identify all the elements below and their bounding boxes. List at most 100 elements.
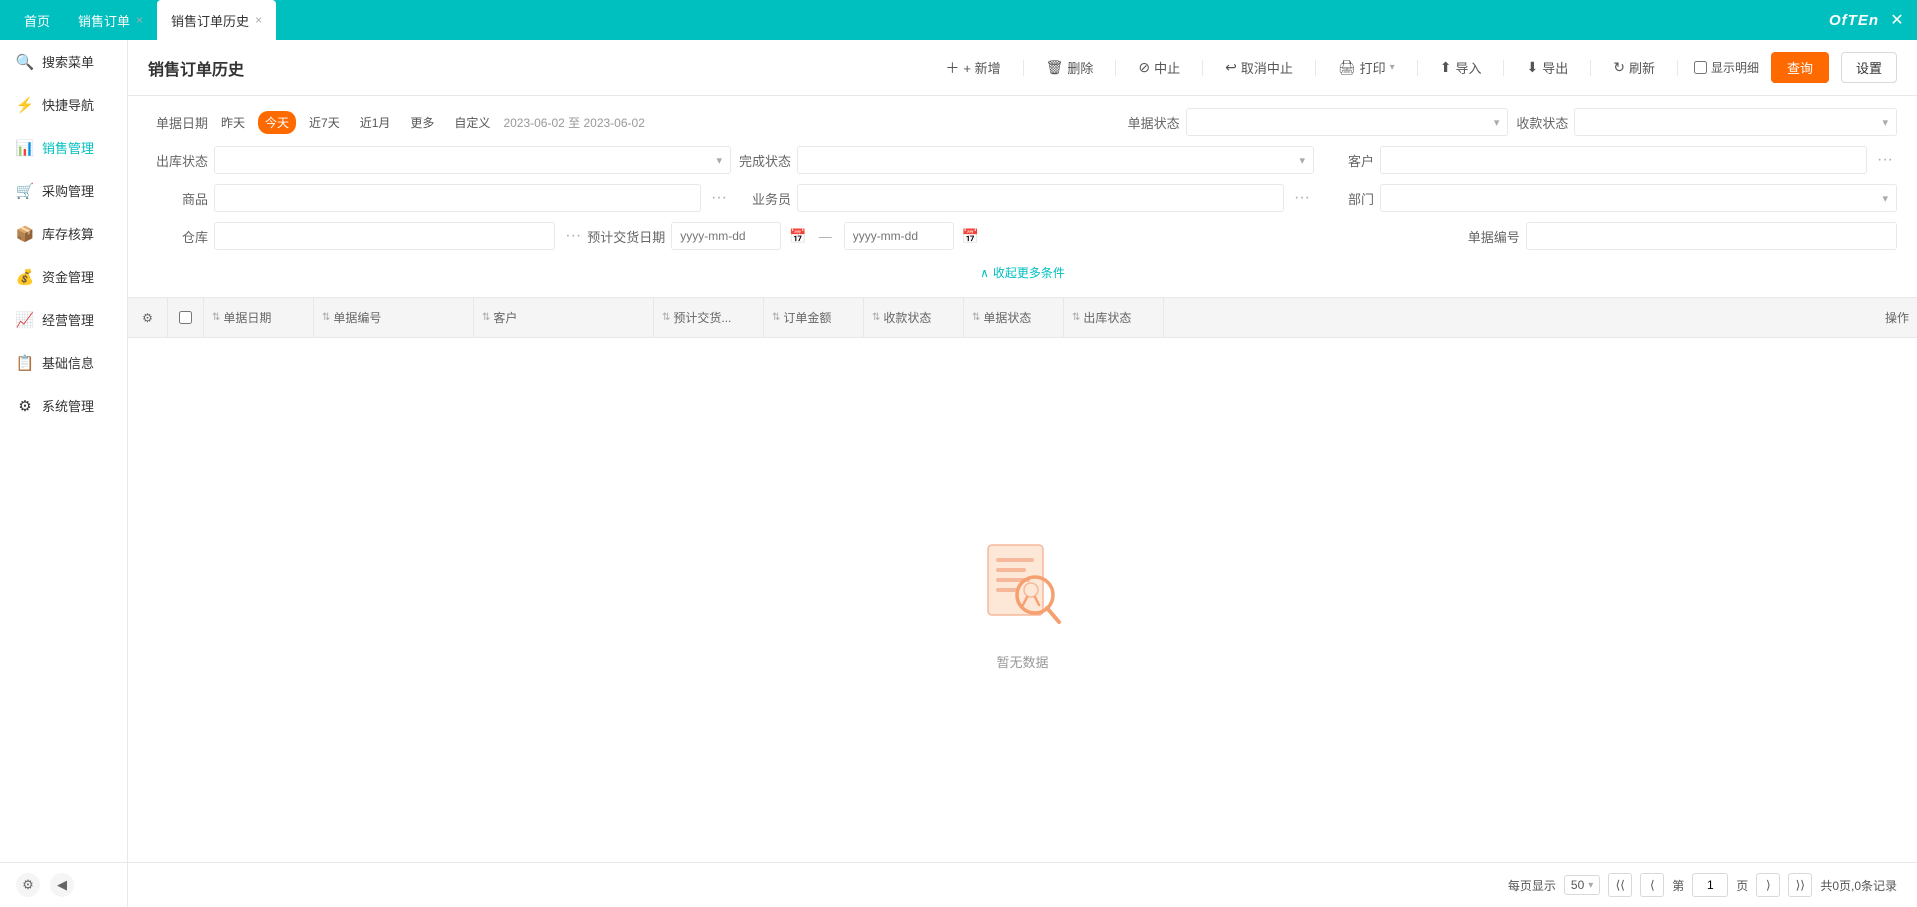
salesman-input[interactable] bbox=[797, 184, 1284, 212]
warehouse-input[interactable] bbox=[214, 222, 555, 250]
dept-select[interactable]: ▾ bbox=[1380, 184, 1897, 212]
sort-order-status-icon: ⇅ bbox=[972, 312, 980, 323]
th-date[interactable]: ⇅ 单据日期 bbox=[204, 298, 314, 337]
th-customer[interactable]: ⇅ 客户 bbox=[474, 298, 654, 337]
delivery-date-from[interactable] bbox=[671, 222, 781, 250]
purchase-icon: 🛒 bbox=[16, 182, 34, 200]
sidebar-item-sales[interactable]: 📊 销售管理 bbox=[0, 126, 127, 169]
complete-status-select[interactable]: ▾ bbox=[797, 146, 1314, 174]
sidebar-item-operations[interactable]: 📈 经营管理 bbox=[0, 298, 127, 341]
order-status-chevron: ▾ bbox=[1494, 116, 1500, 129]
filter-out-status: 出库状态 ▾ bbox=[148, 146, 731, 174]
sidebar-item-search[interactable]: 🔍 搜索菜单 bbox=[0, 40, 127, 83]
sales-icon: 📊 bbox=[16, 139, 34, 157]
th-amount[interactable]: ⇅ 订单金额 bbox=[764, 298, 864, 337]
warehouse-label: 仓库 bbox=[148, 227, 208, 246]
customer-dots-btn[interactable]: ··· bbox=[1873, 151, 1897, 169]
next-page-btn[interactable]: ⟩ bbox=[1756, 873, 1780, 897]
import-btn[interactable]: ⬆ 导入 bbox=[1434, 54, 1488, 81]
refresh-icon: ↻ bbox=[1613, 59, 1625, 76]
sidebar-item-finance[interactable]: 💰 资金管理 bbox=[0, 255, 127, 298]
customer-input[interactable] bbox=[1380, 146, 1867, 174]
sidebar-item-inventory[interactable]: 📦 库存核算 bbox=[0, 212, 127, 255]
date-tag-more[interactable]: 更多 bbox=[403, 111, 441, 134]
query-btn[interactable]: 查询 bbox=[1771, 52, 1829, 83]
out-status-label: 出库状态 bbox=[148, 151, 208, 170]
export-btn[interactable]: ⬇ 导出 bbox=[1520, 54, 1574, 81]
select-all-checkbox[interactable] bbox=[179, 311, 192, 324]
date-tag-7days[interactable]: 近7天 bbox=[302, 111, 347, 134]
sidebar-label-nav: 快捷导航 bbox=[42, 95, 94, 114]
sidebar-label-operations: 经营管理 bbox=[42, 310, 94, 329]
per-page-select[interactable]: 50 ▾ bbox=[1564, 875, 1600, 895]
sidebar-collapse-icon[interactable]: ◀ bbox=[50, 873, 74, 897]
sidebar-label-system: 系统管理 bbox=[42, 396, 94, 415]
goods-input[interactable] bbox=[214, 184, 701, 212]
sidebar-item-purchase[interactable]: 🛒 采购管理 bbox=[0, 169, 127, 212]
date-calendar-from[interactable]: 📅 bbox=[789, 228, 806, 245]
date-tag-custom[interactable]: 自定义 bbox=[447, 111, 497, 134]
inventory-icon: 📦 bbox=[16, 225, 34, 243]
settings-btn[interactable]: 设置 bbox=[1841, 52, 1897, 83]
divider-1 bbox=[1023, 60, 1024, 76]
stop-btn[interactable]: ⊘ 中止 bbox=[1132, 54, 1186, 81]
close-tab-sales-order-history[interactable]: × bbox=[255, 13, 262, 27]
filter-doc-num: 单据编号 bbox=[1460, 222, 1897, 250]
sidebar: 🔍 搜索菜单 ⚡ 快捷导航 📊 销售管理 🛒 采购管理 📦 库存核算 💰 资金管… bbox=[0, 40, 128, 907]
date-tag-yesterday[interactable]: 昨天 bbox=[214, 111, 252, 134]
delivery-date-to[interactable] bbox=[844, 222, 954, 250]
sidebar-item-system[interactable]: ⚙ 系统管理 bbox=[0, 384, 127, 427]
th-settings[interactable]: ⚙ bbox=[128, 298, 168, 337]
page-header: 销售订单历史 ＋ + 新增 🗑 删除 ⊘ 中止 ↩ bbox=[128, 40, 1917, 96]
th-delivery[interactable]: ⇅ 预计交货... bbox=[654, 298, 764, 337]
date-calendar-to[interactable]: 📅 bbox=[962, 228, 979, 245]
doc-num-input[interactable] bbox=[1526, 222, 1897, 250]
print-btn[interactable]: 🖨 打印 ▾ bbox=[1332, 54, 1401, 81]
th-out-status[interactable]: ⇅ 出库状态 bbox=[1064, 298, 1164, 337]
divider-7 bbox=[1590, 60, 1591, 76]
show-detail-input[interactable] bbox=[1694, 61, 1707, 74]
th-checkbox[interactable] bbox=[168, 298, 204, 337]
th-pay-status[interactable]: ⇅ 收款状态 bbox=[864, 298, 964, 337]
window-close-btn[interactable]: ✕ bbox=[1887, 10, 1907, 30]
warehouse-dots-btn[interactable]: ··· bbox=[561, 227, 585, 245]
show-detail-checkbox[interactable]: 显示明细 bbox=[1694, 59, 1759, 76]
out-status-select[interactable]: ▾ bbox=[214, 146, 731, 174]
goods-dots-btn[interactable]: ··· bbox=[707, 189, 731, 207]
th-action: 操作 bbox=[1164, 298, 1917, 337]
nav-icon: ⚡ bbox=[16, 96, 34, 114]
delete-btn[interactable]: 🗑 删除 bbox=[1040, 54, 1100, 81]
date-tag-1month[interactable]: 近1月 bbox=[353, 111, 398, 134]
current-page-input[interactable] bbox=[1692, 873, 1728, 897]
tab-sales-order[interactable]: 销售订单 × bbox=[64, 0, 157, 40]
th-order-status[interactable]: ⇅ 单据状态 bbox=[964, 298, 1064, 337]
divider-3 bbox=[1202, 60, 1203, 76]
sidebar-settings-icon[interactable]: ⚙ bbox=[16, 873, 40, 897]
last-page-btn[interactable]: ⟩⟩ bbox=[1788, 873, 1812, 897]
pay-status-select[interactable]: ▾ bbox=[1574, 108, 1897, 136]
new-btn[interactable]: ＋ + 新增 bbox=[939, 54, 1006, 82]
cancel-stop-btn[interactable]: ↩ 取消中止 bbox=[1219, 54, 1299, 81]
refresh-btn[interactable]: ↻ 刷新 bbox=[1607, 54, 1661, 81]
th-num[interactable]: ⇅ 单据编号 bbox=[314, 298, 474, 337]
filter-delivery-date: 预计交货日期 📅 — 📅 bbox=[585, 222, 1460, 250]
tab-sales-order-history[interactable]: 销售订单历史 × bbox=[157, 0, 276, 40]
salesman-dots-btn[interactable]: ··· bbox=[1290, 189, 1314, 207]
sidebar-item-basic-info[interactable]: 📋 基础信息 bbox=[0, 341, 127, 384]
order-status-label: 单据状态 bbox=[1120, 113, 1180, 132]
filter-pay-status: 收款状态 ▾ bbox=[1508, 108, 1897, 136]
order-status-select[interactable]: ▾ bbox=[1186, 108, 1509, 136]
sidebar-item-nav[interactable]: ⚡ 快捷导航 bbox=[0, 83, 127, 126]
tab-home[interactable]: 首页 bbox=[10, 0, 64, 40]
divider-2 bbox=[1115, 60, 1116, 76]
first-page-btn[interactable]: ⟨⟨ bbox=[1608, 873, 1632, 897]
filter-row-3: 商品 ··· 业务员 ··· 部门 ▾ bbox=[148, 184, 1897, 212]
dept-chevron: ▾ bbox=[1882, 192, 1888, 205]
date-tag-today[interactable]: 今天 bbox=[258, 111, 296, 134]
page-suffix-label: 页 bbox=[1736, 877, 1748, 894]
prev-page-btn[interactable]: ⟨ bbox=[1640, 873, 1664, 897]
page-label-text: 第 bbox=[1672, 877, 1684, 894]
close-tab-sales-order[interactable]: × bbox=[136, 13, 143, 27]
collapse-btn[interactable]: ∧ 收起更多条件 bbox=[148, 260, 1897, 285]
brand-label: OfTEn bbox=[1829, 12, 1879, 29]
